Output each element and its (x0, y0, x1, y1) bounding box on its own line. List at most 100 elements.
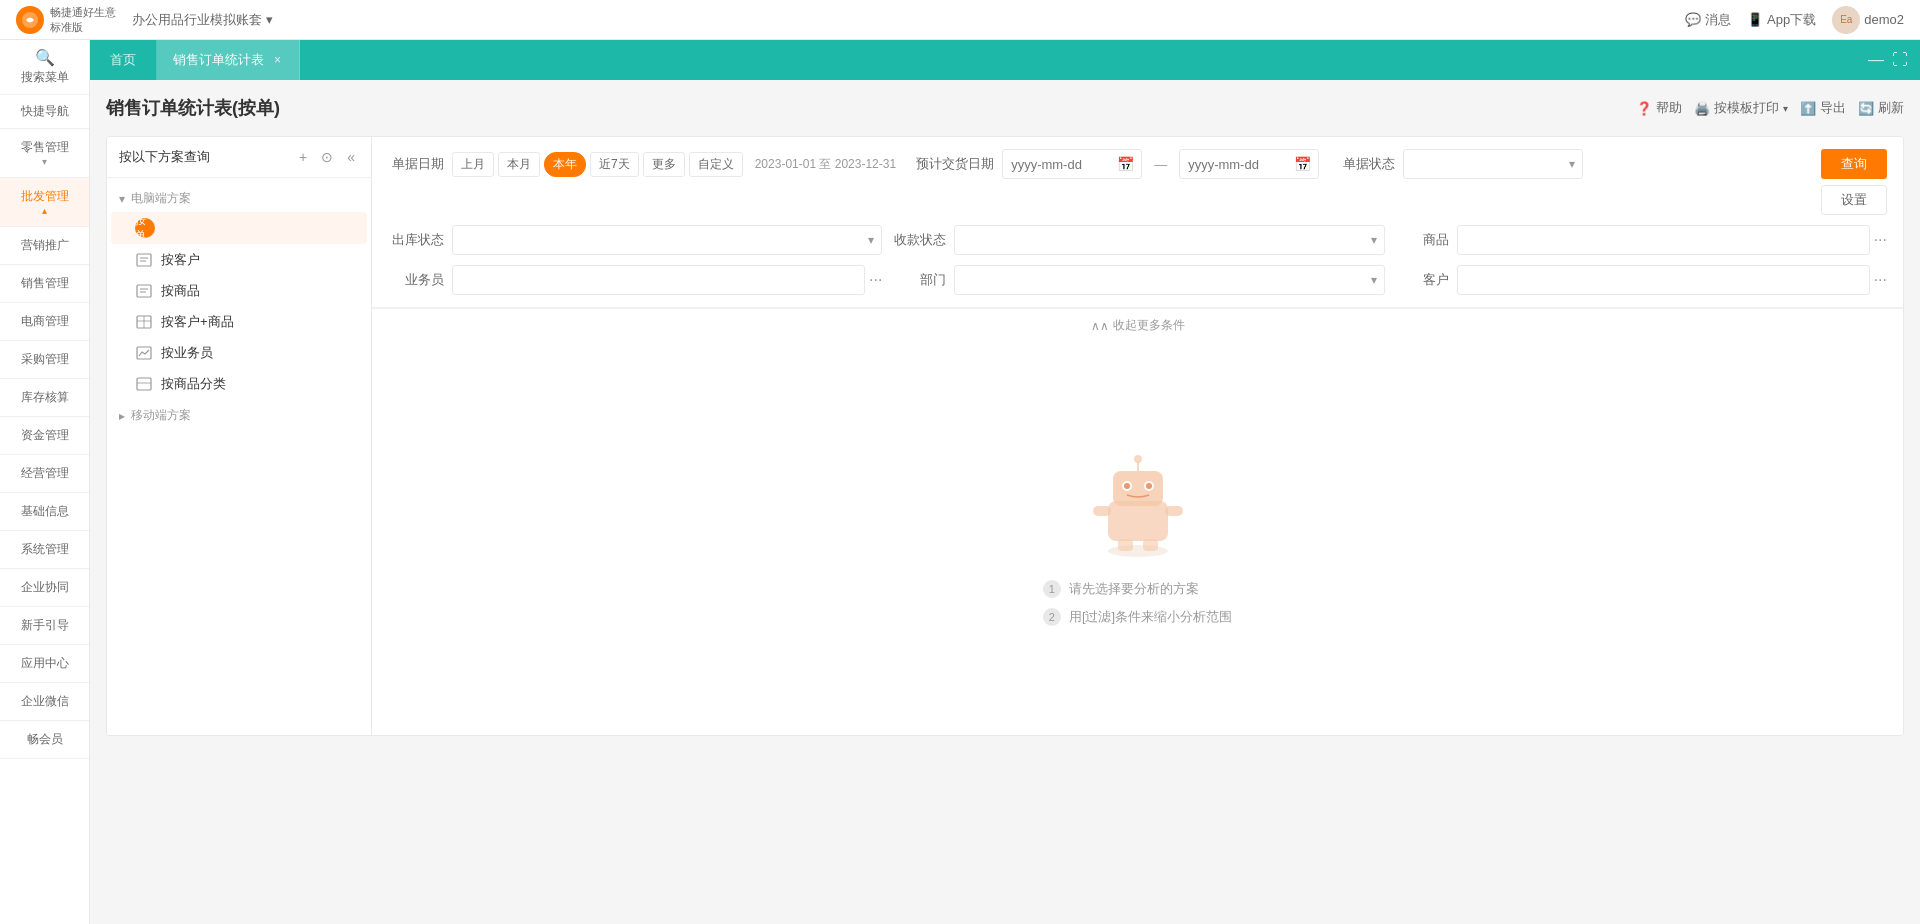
sidebar-item-wechat[interactable]: 企业微信 (0, 683, 89, 721)
mobile-scheme-group[interactable]: ▸ 移动端方案 (107, 403, 371, 428)
top-bar: 畅捷通好生意 标准版 办公用品行业模拟账套 ▾ 💬 消息 📱 App下载 Ea … (0, 0, 1920, 40)
expected-date-end-input[interactable] (1179, 149, 1319, 179)
sidebar-item-basics[interactable]: 基础信息 (0, 493, 89, 531)
sidebar-item-system[interactable]: 系统管理 (0, 531, 89, 569)
scheme-by-salesperson[interactable]: 按业务员 (111, 338, 367, 368)
export-label: 导出 (1820, 99, 1846, 117)
tab-maximize-icon[interactable]: ⛶ (1892, 51, 1908, 69)
sidebar-item-quicknav[interactable]: 快捷导航 (0, 95, 89, 129)
system-label: 系统管理 (21, 541, 69, 558)
download-action[interactable]: 📱 App下载 (1747, 11, 1816, 29)
order-status-select-wrap: ▾ (1403, 149, 1583, 179)
tab-bar: 首页 销售订单统计表 × — ⛶ (90, 40, 1920, 80)
member-label: 畅会员 (27, 731, 63, 748)
left-panel-title: 按以下方案查询 (119, 148, 289, 166)
retail-arrow-icon: ▾ (42, 156, 47, 167)
by-salesperson-icon (135, 344, 153, 362)
sidebar-item-marketing[interactable]: 营销推广 (0, 227, 89, 265)
scheme-by-order[interactable]: 按单 (111, 212, 367, 244)
refresh-button[interactable]: 🔄 刷新 (1858, 99, 1904, 117)
sidebar-item-wholesale[interactable]: 批发管理 ▴ (0, 178, 89, 227)
export-button[interactable]: ⬆️ 导出 (1800, 99, 1846, 117)
sidebar-item-operations[interactable]: 经营管理 (0, 455, 89, 493)
svg-rect-23 (1143, 539, 1158, 551)
computer-group-arrow-icon: ▾ (119, 192, 125, 206)
svg-point-19 (1146, 483, 1152, 489)
scheme-by-customer-goods[interactable]: 按客户+商品 (111, 307, 367, 337)
order-status-select[interactable] (1403, 149, 1583, 179)
empty-state: 1 请先选择要分析的方案 2 用[过滤]条件来缩小分析范围 (372, 342, 1903, 735)
search-menu-item[interactable]: 🔍 搜索菜单 (0, 40, 89, 95)
delivery-status-select[interactable] (452, 225, 882, 255)
last7days-btn[interactable]: 近7天 (590, 152, 639, 177)
print-label: 按模板打印 (1714, 99, 1779, 117)
goods-input[interactable] (1457, 225, 1870, 255)
dept-select[interactable] (954, 265, 1384, 295)
sidebar-item-finance[interactable]: 资金管理 (0, 417, 89, 455)
refresh-label: 刷新 (1878, 99, 1904, 117)
customer-dots-icon[interactable]: ··· (1874, 271, 1887, 289)
tab-home[interactable]: 首页 (90, 40, 157, 80)
filter-row-3: 业务员 ··· 部门 ▾ (388, 265, 1887, 295)
sidebar-item-ecommerce[interactable]: 电商管理 (0, 303, 89, 341)
computer-scheme-group[interactable]: ▾ 电脑端方案 (107, 186, 371, 211)
purchase-label: 采购管理 (21, 351, 69, 368)
add-scheme-button[interactable]: + (295, 147, 311, 167)
svg-point-25 (1134, 455, 1142, 463)
svg-rect-1 (137, 254, 151, 266)
last-month-btn[interactable]: 上月 (452, 152, 494, 177)
svg-point-18 (1124, 483, 1130, 489)
print-button[interactable]: 🖨️ 按模板打印 ▾ (1694, 99, 1788, 117)
goods-dots-icon[interactable]: ··· (1874, 231, 1887, 249)
this-month-btn[interactable]: 本月 (498, 152, 540, 177)
settings-button[interactable]: 设置 (1821, 185, 1887, 215)
customer-input[interactable] (1457, 265, 1870, 295)
sidebar-item-inventory[interactable]: 库存核算 (0, 379, 89, 417)
sidebar-item-purchase[interactable]: 采购管理 (0, 341, 89, 379)
tab-sales-order-stats[interactable]: 销售订单统计表 × (157, 40, 300, 80)
collapse-button[interactable]: ∧∧ 收起更多条件 (1091, 317, 1185, 334)
this-year-btn[interactable]: 本年 (544, 152, 586, 177)
user-action[interactable]: Ea demo2 (1832, 6, 1904, 34)
svg-rect-22 (1118, 539, 1133, 551)
message-label: 消息 (1705, 11, 1731, 29)
expected-date-start-input[interactable] (1002, 149, 1142, 179)
tab-minimize-icon[interactable]: — (1868, 51, 1884, 69)
settings-scheme-button[interactable]: ⊙ (317, 147, 337, 167)
collapse-label: 收起更多条件 (1113, 317, 1185, 334)
salesrep-input[interactable] (452, 265, 865, 295)
sidebar-item-retail[interactable]: 零售管理 ▾ (0, 129, 89, 178)
sidebar-item-sales[interactable]: 销售管理 (0, 265, 89, 303)
scheme-by-category[interactable]: 按商品分类 (111, 369, 367, 399)
delivery-status-select-wrap: ▾ (452, 225, 882, 255)
collapse-row: ∧∧ 收起更多条件 (372, 308, 1903, 342)
collapse-panel-button[interactable]: « (343, 147, 359, 167)
sidebar-item-appcenter[interactable]: 应用中心 (0, 645, 89, 683)
page-actions: ❓ 帮助 🖨️ 按模板打印 ▾ ⬆️ 导出 🔄 刷新 (1636, 99, 1904, 117)
svg-rect-20 (1093, 506, 1111, 516)
message-action[interactable]: 💬 消息 (1685, 11, 1731, 29)
sidebar-item-newguide[interactable]: 新手引导 (0, 607, 89, 645)
tab-home-label: 首页 (110, 51, 136, 69)
sidebar-item-enterprise[interactable]: 企业协同 (0, 569, 89, 607)
avatar: Ea (1832, 6, 1860, 34)
empty-illustration (1083, 451, 1193, 564)
delivery-status-label: 出库状态 (388, 231, 444, 249)
retail-label: 零售管理 (21, 139, 69, 156)
salesrep-input-wrap: ··· (452, 265, 882, 295)
top-bar-right: 💬 消息 📱 App下载 Ea demo2 (1685, 6, 1904, 34)
scheme-by-customer[interactable]: 按客户 (111, 245, 367, 275)
salesrep-dots-icon[interactable]: ··· (869, 271, 882, 289)
custom-btn[interactable]: 自定义 (689, 152, 743, 177)
logo-icon (16, 6, 44, 34)
payment-status-select[interactable] (954, 225, 1384, 255)
query-button[interactable]: 查询 (1821, 149, 1887, 179)
scheme-by-goods[interactable]: 按商品 (111, 276, 367, 306)
more-btn[interactable]: 更多 (643, 152, 685, 177)
tab-close-icon[interactable]: × (272, 51, 283, 69)
sidebar-item-member[interactable]: 畅会员 (0, 721, 89, 759)
workspace-selector[interactable]: 办公用品行业模拟账套 ▾ (124, 7, 281, 33)
left-panel: 按以下方案查询 + ⊙ « ▾ 电脑端方案 按单 (107, 137, 372, 735)
help-button[interactable]: ❓ 帮助 (1636, 99, 1682, 117)
goods-input-wrap: ··· (1457, 225, 1887, 255)
